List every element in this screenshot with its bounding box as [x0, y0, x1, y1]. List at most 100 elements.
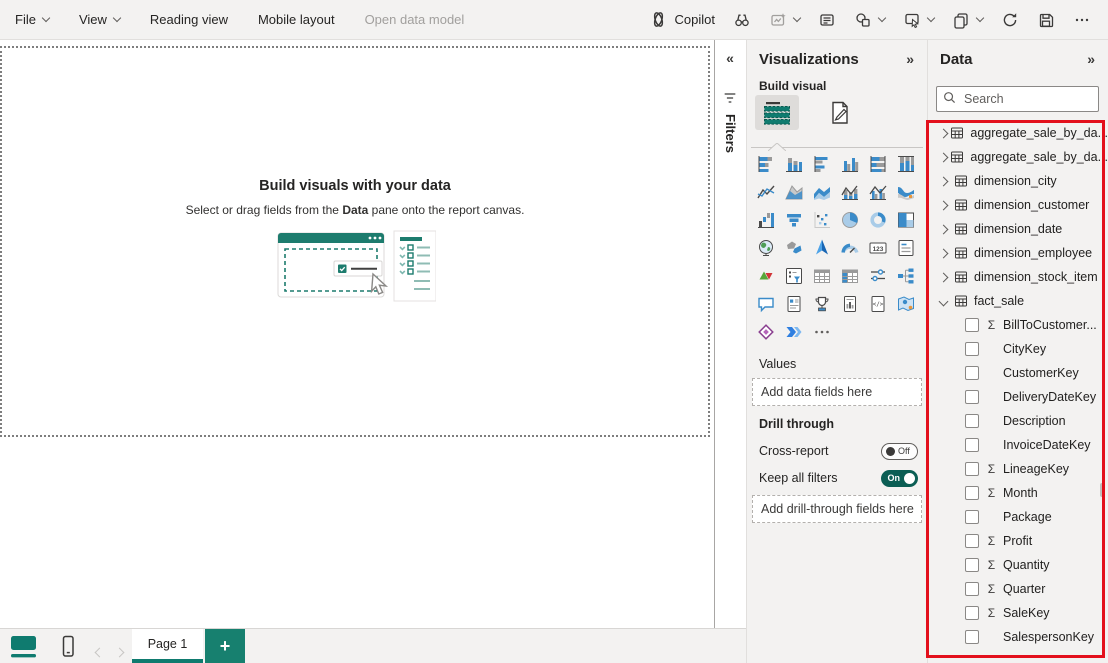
- visual-type-matrix[interactable]: [837, 263, 863, 289]
- collapse-table-chevron[interactable]: [938, 296, 949, 306]
- field-checkbox[interactable]: [965, 534, 979, 548]
- mobile-view-button[interactable]: [57, 635, 79, 663]
- field-checkbox[interactable]: [965, 486, 979, 500]
- field-checkbox[interactable]: [965, 606, 979, 620]
- collapse-data-chevron[interactable]: »: [1087, 51, 1095, 67]
- visual-type-funnel-chart[interactable]: [781, 207, 807, 233]
- copilot-button[interactable]: Copilot: [640, 0, 724, 39]
- field-row-DeliveryDateKey[interactable]: DeliveryDateKey: [928, 385, 1108, 409]
- visual-type-slicer[interactable]: [781, 263, 807, 289]
- previous-page-chevron[interactable]: [94, 643, 105, 661]
- visual-type-stacked-bar-chart[interactable]: [753, 151, 779, 177]
- format-visual-mode-button[interactable]: [825, 98, 857, 128]
- new-visual-button[interactable]: [894, 0, 943, 39]
- visual-type-scatter-chart[interactable]: [809, 207, 835, 233]
- web-view-button[interactable]: [10, 635, 37, 663]
- field-checkbox[interactable]: [965, 438, 979, 452]
- expand-table-chevron[interactable]: [938, 128, 949, 138]
- text-box-button[interactable]: [809, 0, 845, 39]
- field-checkbox[interactable]: [965, 414, 979, 428]
- field-checkbox[interactable]: [965, 318, 979, 332]
- visual-type-decomposition-tree[interactable]: [893, 263, 919, 289]
- menu-file[interactable]: File: [0, 0, 64, 39]
- visual-type-script-visual[interactable]: </>: [865, 291, 891, 317]
- visual-type-line-and-clustered-column-chart[interactable]: [865, 179, 891, 205]
- visual-type-paginated-report[interactable]: [837, 291, 863, 317]
- save-button[interactable]: [1028, 0, 1064, 39]
- report-canvas[interactable]: Build visuals with your data Select or d…: [0, 40, 714, 628]
- field-row-SalespersonKey[interactable]: SalespersonKey: [928, 625, 1108, 649]
- visual-type-donut-chart[interactable]: [865, 207, 891, 233]
- field-row-Month[interactable]: Σ Month: [928, 481, 1108, 505]
- visual-type-clustered-bar-chart[interactable]: [809, 151, 835, 177]
- add-page-button[interactable]: +: [205, 629, 245, 663]
- field-checkbox[interactable]: [965, 558, 979, 572]
- table-row-aggregate_sale_by_da[interactable]: aggregate_sale_by_da...: [928, 145, 1108, 169]
- visual-type-ribbon-chart[interactable]: [893, 179, 919, 205]
- visual-type-stacked-column-chart[interactable]: [781, 151, 807, 177]
- field-row-SaleKey[interactable]: Σ SaleKey: [928, 601, 1108, 625]
- drill-through-dropzone[interactable]: Add drill-through fields here: [752, 495, 922, 523]
- visual-type-power-apps[interactable]: [753, 319, 779, 345]
- field-checkbox[interactable]: [965, 366, 979, 380]
- field-checkbox[interactable]: [965, 582, 979, 596]
- table-row-fact_sale[interactable]: fact_sale: [928, 289, 1108, 313]
- field-row-CityKey[interactable]: CityKey: [928, 337, 1108, 361]
- field-row-LineageKey[interactable]: Σ LineageKey: [928, 457, 1108, 481]
- field-row-CustomerKey[interactable]: CustomerKey: [928, 361, 1108, 385]
- field-row-BillToCustomer[interactable]: Σ BillToCustomer...: [928, 313, 1108, 337]
- collapse-visualizations-chevron[interactable]: »: [906, 51, 914, 67]
- visual-type-gauge[interactable]: [837, 235, 863, 261]
- next-page-chevron[interactable]: [114, 643, 125, 661]
- page-tab[interactable]: Page 1: [132, 629, 203, 663]
- visual-type-kpi[interactable]: [753, 263, 779, 289]
- shapes-button[interactable]: [845, 0, 894, 39]
- cross-report-toggle[interactable]: Off: [881, 442, 918, 460]
- menu-mobile-layout[interactable]: Mobile layout: [243, 0, 350, 39]
- field-checkbox[interactable]: [965, 390, 979, 404]
- table-row-dimension_stock_item[interactable]: dimension_stock_item: [928, 265, 1108, 289]
- field-row-Description[interactable]: Description: [928, 409, 1108, 433]
- visual-type-azure-map[interactable]: [809, 235, 835, 261]
- visual-type-qa[interactable]: [753, 291, 779, 317]
- field-row-InvoiceDateKey[interactable]: InvoiceDateKey: [928, 433, 1108, 457]
- visual-type-card[interactable]: 123: [865, 235, 891, 261]
- visual-type-table[interactable]: [809, 263, 835, 289]
- visual-type-multi-row-card[interactable]: [893, 235, 919, 261]
- visual-type-metrics[interactable]: [809, 291, 835, 317]
- values-dropzone[interactable]: Add data fields here: [752, 378, 922, 406]
- visual-type-area-chart[interactable]: [781, 179, 807, 205]
- menu-reading-view[interactable]: Reading view: [135, 0, 243, 39]
- expand-table-chevron[interactable]: [938, 200, 949, 210]
- field-row-Quantity[interactable]: Σ Quantity: [928, 553, 1108, 577]
- visual-type-smart-narrative[interactable]: [781, 291, 807, 317]
- field-checkbox[interactable]: [965, 630, 979, 644]
- copy-button[interactable]: [943, 0, 992, 39]
- table-row-dimension_city[interactable]: dimension_city: [928, 169, 1108, 193]
- visual-type-pie-chart[interactable]: [837, 207, 863, 233]
- visual-type-stacked-area-chart[interactable]: [809, 179, 835, 205]
- expand-filters-chevron[interactable]: «: [726, 50, 734, 66]
- visual-type-map[interactable]: [753, 235, 779, 261]
- visual-type-filled-map[interactable]: [781, 235, 807, 261]
- keep-all-filters-toggle[interactable]: On: [881, 469, 918, 487]
- field-checkbox[interactable]: [965, 510, 979, 524]
- refresh-button[interactable]: [992, 0, 1028, 39]
- scrollbar-thumb[interactable]: [1100, 483, 1105, 497]
- visual-type-hundred-stacked-bar-chart[interactable]: [865, 151, 891, 177]
- field-row-Quarter[interactable]: Σ Quarter: [928, 577, 1108, 601]
- visual-type-treemap[interactable]: [893, 207, 919, 233]
- visual-type-arcgis-map[interactable]: [893, 291, 919, 317]
- expand-table-chevron[interactable]: [938, 248, 949, 258]
- field-row-Package[interactable]: Package: [928, 505, 1108, 529]
- visual-type-line-chart[interactable]: [753, 179, 779, 205]
- more-button[interactable]: [1064, 0, 1100, 39]
- expand-table-chevron[interactable]: [938, 176, 949, 186]
- table-row-aggregate_sale_by_da[interactable]: aggregate_sale_by_da...: [928, 121, 1108, 145]
- visual-type-more-visuals[interactable]: [809, 319, 835, 345]
- visual-type-waterfall-chart[interactable]: [753, 207, 779, 233]
- find-button[interactable]: [724, 0, 760, 39]
- table-row-dimension_date[interactable]: dimension_date: [928, 217, 1108, 241]
- field-row-Profit[interactable]: Σ Profit: [928, 529, 1108, 553]
- menu-open-data-model[interactable]: Open data model: [350, 0, 480, 39]
